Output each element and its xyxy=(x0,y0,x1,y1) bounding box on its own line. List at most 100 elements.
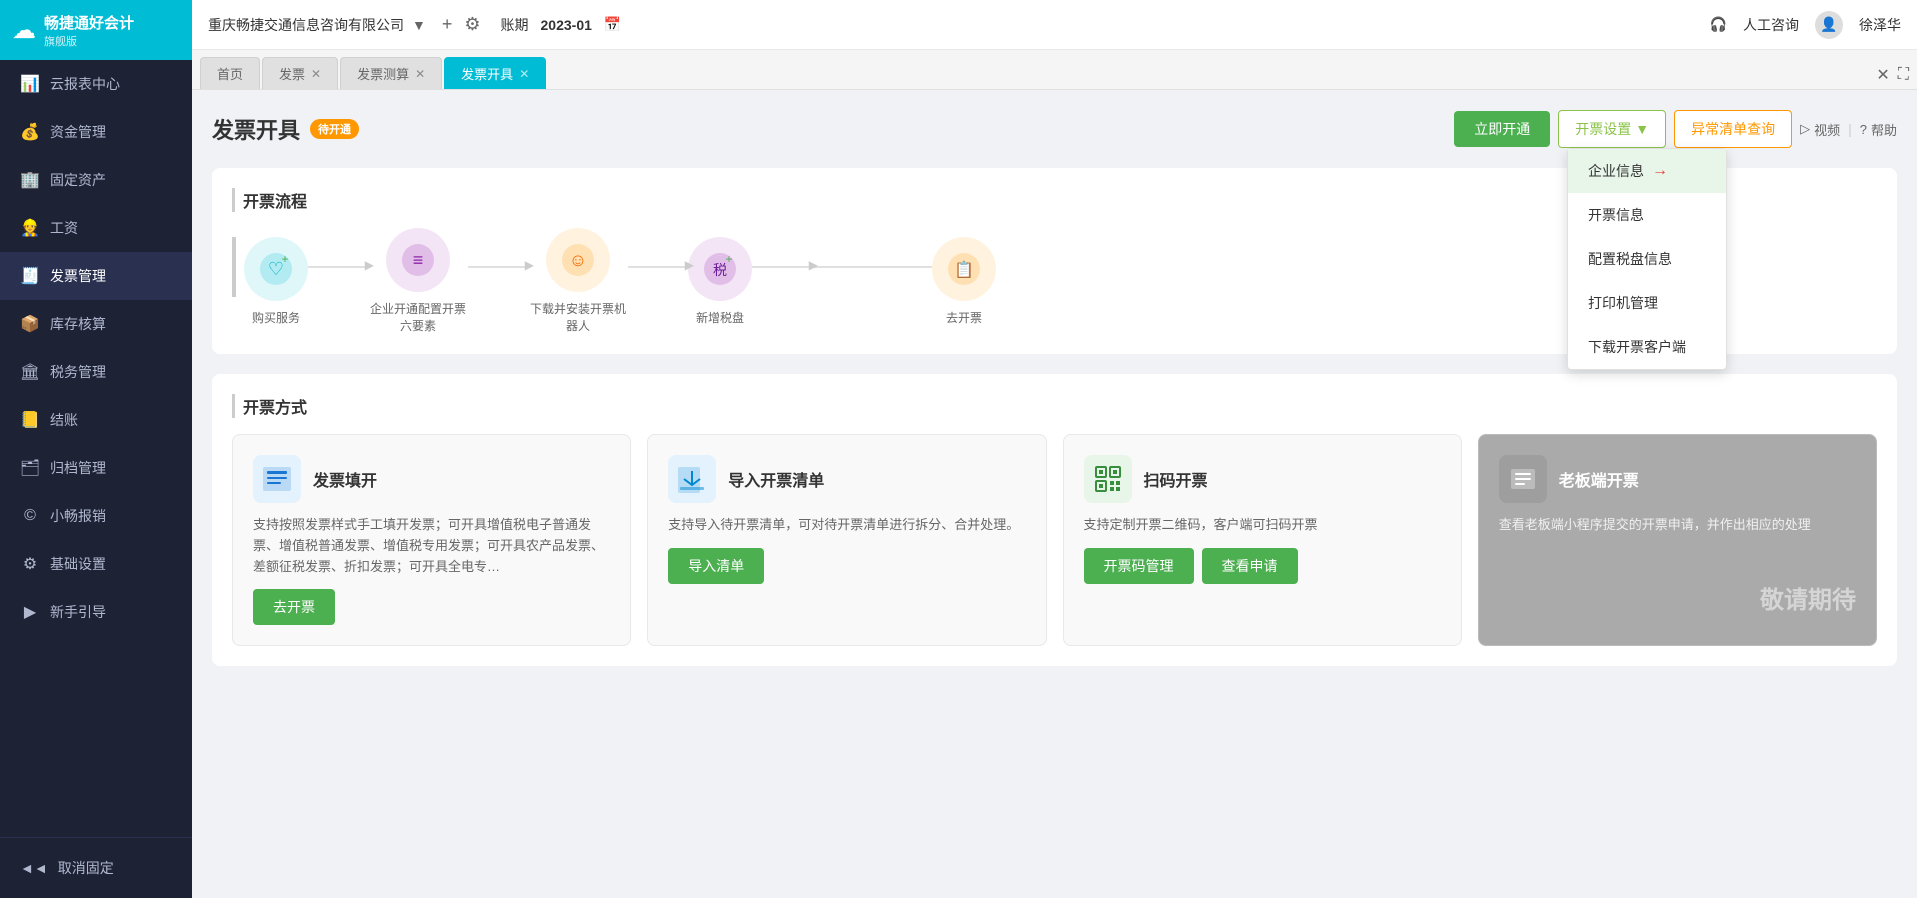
method-card-import: 导入开票清单 支持导入待开票清单，可对待开票清单进行拆分、合并处理。 导入清单 xyxy=(647,434,1046,646)
tab-invoice-close[interactable]: ✕ xyxy=(311,67,321,81)
tab-invoice-label: 发票 xyxy=(279,64,305,83)
dropdown-printer-label: 打印机管理 xyxy=(1588,293,1658,313)
expand-window-icon[interactable]: ⛶ xyxy=(1898,66,1909,84)
flow-step-tax-disk-label: 新增税盘 xyxy=(696,309,744,326)
sidebar-item-unpin[interactable]: ◄◄ 取消固定 xyxy=(0,848,192,888)
dropdown-tax-config-label: 配置税盘信息 xyxy=(1588,249,1672,269)
flow-step-configure: ≡ 企业开通配置开票六要素 xyxy=(368,228,468,334)
support-icon: 🎧 xyxy=(1710,16,1727,33)
scan-view-apply-btn[interactable]: 查看申请 xyxy=(1202,548,1298,584)
cloud-report-icon: 📊 xyxy=(20,74,40,94)
tab-invoice-issue[interactable]: 发票开具 ✕ xyxy=(444,57,546,89)
settings-dropdown-arrow: ▼ xyxy=(1635,121,1649,137)
sidebar-item-tax[interactable]: 🏛 税务管理 xyxy=(0,348,192,396)
scan-code-manage-btn[interactable]: 开票码管理 xyxy=(1084,548,1194,584)
sidebar-item-archive[interactable]: 🗂 归档管理 xyxy=(0,444,192,492)
invoice-methods-grid: 发票填开 支持按照发票样式手工填开发票；可开具增值税电子普通发票、增值税普通发票… xyxy=(232,434,1877,646)
sidebar-item-expense[interactable]: © 小畅报销 xyxy=(0,492,192,540)
help-button[interactable]: ? 帮助 xyxy=(1860,120,1897,139)
method-header-fill: 发票填开 xyxy=(253,455,610,503)
period-label: 账期 xyxy=(501,15,529,35)
sidebar-scroll: 📊 云报表中心 💰 资金管理 🏢 固定资产 👷 工资 xyxy=(0,60,192,837)
import-invoice-icon xyxy=(668,455,716,503)
flow-left-bar xyxy=(232,237,236,297)
boss-invoice-icon xyxy=(1499,455,1547,503)
scan-invoice-icon xyxy=(1084,455,1132,503)
company-dropdown-arrow[interactable]: ▼ xyxy=(412,17,426,33)
window-controls: ✕ ⛶ xyxy=(1876,65,1909,89)
fixed-assets-icon: 🏢 xyxy=(20,170,40,190)
sidebar-label-fixed-assets: 固定资产 xyxy=(50,170,106,190)
period-value: 2023-01 xyxy=(541,17,592,33)
close-window-icon[interactable]: ✕ xyxy=(1876,65,1889,85)
video-button[interactable]: ▷ 视频 xyxy=(1800,120,1840,139)
dropdown-invoice-info-label: 开票信息 xyxy=(1588,205,1644,225)
methods-section-title: 开票方式 xyxy=(232,394,1877,418)
scan-invoice-btns: 开票码管理 查看申请 xyxy=(1084,548,1441,584)
fill-invoice-title: 发票填开 xyxy=(313,467,377,491)
user-name[interactable]: 徐泽华 xyxy=(1859,15,1901,35)
page-content: 发票开具 待开通 立即开通 开票设置 ▼ 异常清单查询 ▷ 视频 xyxy=(192,90,1917,898)
tab-invoice-issue-label: 发票开具 xyxy=(461,64,513,83)
sidebar-item-invoice[interactable]: 🧾 发票管理 xyxy=(0,252,192,300)
methods-section: 开票方式 发票填开 支持按照发票样式手工填开发票；可开具增值税电子普通发票、增值… xyxy=(212,374,1897,666)
status-badge: 待开通 xyxy=(310,119,359,139)
header-right: 🎧 人工咨询 👤 徐泽华 xyxy=(1710,11,1901,39)
tab-invoice-calc[interactable]: 发票测算 ✕ xyxy=(340,57,442,89)
settings-dropdown-menu: 企业信息 → 开票信息 配置税盘信息 打印机管理 xyxy=(1567,148,1727,370)
sidebar-item-guide[interactable]: ▶ 新手引导 xyxy=(0,588,192,636)
header-left: 重庆畅捷交通信息咨询有限公司 ▼ + ⚙ 账期 2023-01 📅 xyxy=(208,14,621,35)
support-label[interactable]: 人工咨询 xyxy=(1743,15,1799,35)
sidebar-item-inventory[interactable]: 📦 库存核算 xyxy=(0,300,192,348)
calendar-icon[interactable]: 📅 xyxy=(604,16,621,33)
flow-step-buy-icon: ♡+ xyxy=(244,237,308,301)
tab-invoice-issue-close[interactable]: ✕ xyxy=(519,67,529,81)
dropdown-arrow-icon: → xyxy=(1652,162,1668,180)
settings-button[interactable]: ⚙ xyxy=(464,14,480,35)
tab-home[interactable]: 首页 xyxy=(200,57,260,89)
closing-icon: 📒 xyxy=(20,410,40,430)
flow-connector-1 xyxy=(308,266,368,268)
import-invoice-title: 导入开票清单 xyxy=(728,467,824,491)
dropdown-item-download-client[interactable]: 下载开票客户端 xyxy=(1568,325,1726,369)
add-button[interactable]: + xyxy=(442,14,453,35)
flow-step-download: ☺ 下载并安装开票机器人 xyxy=(528,228,628,334)
logo-text-container: 畅捷通好会计 旗舰版 xyxy=(44,12,134,49)
help-icon: ? xyxy=(1860,122,1867,137)
sidebar-item-cloud-report[interactable]: 📊 云报表中心 xyxy=(0,60,192,108)
method-header-boss: 老板端开票 xyxy=(1499,455,1856,503)
fill-invoice-btn[interactable]: 去开票 xyxy=(253,589,335,625)
sidebar-label-salary: 工资 xyxy=(50,218,78,238)
tab-invoice[interactable]: 发票 ✕ xyxy=(262,57,338,89)
flow-extra-line-3 xyxy=(892,266,932,268)
dropdown-item-invoice-info[interactable]: 开票信息 xyxy=(1568,193,1726,237)
import-invoice-btn[interactable]: 导入清单 xyxy=(668,548,764,584)
activate-button[interactable]: 立即开通 xyxy=(1454,111,1550,147)
sidebar-item-fund[interactable]: 💰 资金管理 xyxy=(0,108,192,156)
dropdown-item-printer[interactable]: 打印机管理 xyxy=(1568,281,1726,325)
dropdown-item-tax-config[interactable]: 配置税盘信息 xyxy=(1568,237,1726,281)
divider-1: | xyxy=(1848,121,1852,137)
dropdown-item-company[interactable]: 企业信息 → xyxy=(1568,149,1726,193)
main-layout: ☁ 畅捷通好会计 旗舰版 📊 云报表中心 💰 资金管理 xyxy=(0,0,1917,898)
flow-step-issue-icon: 📋 xyxy=(932,237,996,301)
sidebar-label-expense: 小畅报销 xyxy=(50,506,106,526)
sidebar-item-salary[interactable]: 👷 工资 xyxy=(0,204,192,252)
sidebar-item-settings[interactable]: ⚙ 基础设置 xyxy=(0,540,192,588)
sidebar-label-cloud-report: 云报表中心 xyxy=(50,74,120,94)
invoice-settings-button[interactable]: 开票设置 ▼ xyxy=(1558,110,1666,148)
tab-invoice-calc-close[interactable]: ✕ xyxy=(415,67,425,81)
sidebar-item-fixed-assets[interactable]: 🏢 固定资产 xyxy=(0,156,192,204)
anomaly-list-button[interactable]: 异常清单查询 xyxy=(1674,110,1792,148)
settings-icon: ⚙ xyxy=(20,554,40,574)
page-title-row: 发票开具 待开通 立即开通 开票设置 ▼ 异常清单查询 ▷ 视频 xyxy=(212,110,1897,148)
scan-invoice-desc: 支持定制开票二维码，客户端可扫码开票 xyxy=(1084,515,1441,536)
archive-icon: 🗂 xyxy=(20,458,40,478)
flow-extra-line-1 xyxy=(812,266,852,268)
sidebar-item-closing[interactable]: 📒 结账 xyxy=(0,396,192,444)
logo-subtitle: 旗舰版 xyxy=(44,33,134,49)
boss-invoice-desc: 查看老板端小程序提交的开票申请，并作出相应的处理 xyxy=(1499,515,1856,536)
expense-icon: © xyxy=(20,506,40,526)
dropdown-company-label: 企业信息 xyxy=(1588,161,1644,181)
sidebar-label-unpin: 取消固定 xyxy=(58,858,114,878)
